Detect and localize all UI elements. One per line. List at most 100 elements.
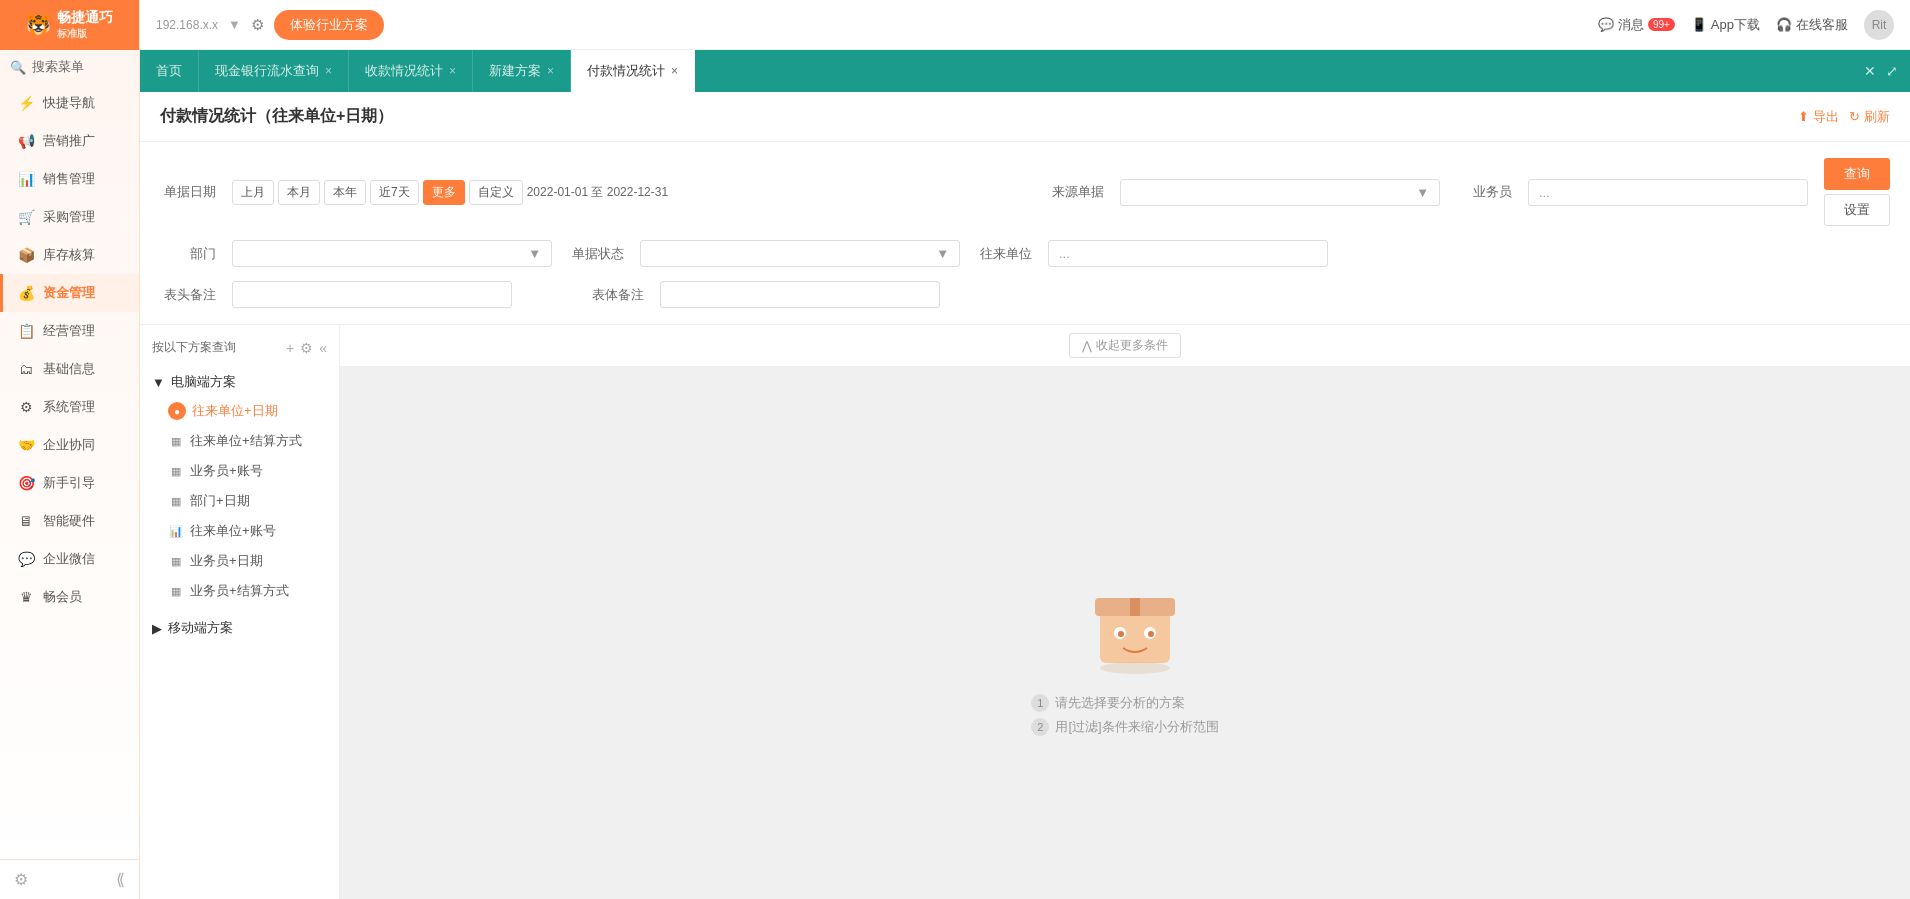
sidebar-item-hardware[interactable]: 🖥 智能硬件 [0, 502, 139, 540]
wechat-label: 企业微信 [43, 550, 95, 568]
logo-icon: 🐯 [26, 13, 51, 37]
tab-new-scheme-label: 新建方案 [489, 62, 541, 80]
purchase-label: 采购管理 [43, 208, 95, 226]
hint-num-2: 2 [1031, 718, 1049, 736]
body-note-input[interactable] [660, 281, 940, 308]
date-filter-group: 上月 本月 本年 近7天 更多 自定义 2022-01-01 至 2022-12… [232, 180, 1032, 205]
query-btn[interactable]: 查询 [1824, 158, 1890, 190]
sidebar-item-sales[interactable]: 📊 销售管理 [0, 160, 139, 198]
tab-payments-close-icon[interactable]: × [671, 64, 678, 78]
panel-collapse-icon[interactable]: « [319, 340, 327, 356]
scheme-item-salesperson-account[interactable]: ▦ 业务员+账号 [140, 456, 339, 486]
scheme-group-desktop-header[interactable]: ▼ 电脑端方案 [140, 368, 339, 396]
scheme-item-counterpart-settlement[interactable]: ▦ 往来单位+结算方式 [140, 426, 339, 456]
scheme-dept-date-label: 部门+日期 [190, 492, 250, 510]
action-btns: 查询 设置 [1824, 158, 1890, 226]
counterpart-select[interactable]: ... [1048, 240, 1328, 267]
tab-bank-flow-label: 现金银行流水查询 [215, 62, 319, 80]
sidebar-settings-icon[interactable]: ⚙ [14, 870, 28, 889]
vip-label: 畅会员 [43, 588, 82, 606]
sidebar-nav: ⚡ 快捷导航 📢 营销推广 📊 销售管理 🛒 采购管理 📦 库存核算 💰 资金管… [0, 84, 139, 859]
app-icon: 📱 [1691, 17, 1707, 32]
tab-payments-label: 付款情况统计 [587, 62, 665, 80]
header-note-input[interactable] [232, 281, 512, 308]
trial-btn[interactable]: 体验行业方案 [274, 10, 384, 40]
scheme-item-dept-date[interactable]: ▦ 部门+日期 [140, 486, 339, 516]
status-label: 单据状态 [568, 245, 624, 263]
scheme-bar-icon: 📊 [168, 523, 184, 539]
expand-icon[interactable]: ⤢ [1886, 63, 1898, 79]
tab-bank-flow-close-icon[interactable]: × [325, 64, 332, 78]
online-support-btn[interactable]: 🎧 在线客服 [1776, 16, 1848, 34]
scheme-group-mobile-header[interactable]: ▶ 移动端方案 [140, 614, 339, 642]
sidebar-item-system[interactable]: ⚙ 系统管理 [0, 388, 139, 426]
scheme-item-counterpart-account[interactable]: 📊 往来单位+账号 [140, 516, 339, 546]
content-area: 付款情况统计（往来单位+日期） ⬆ 导出 ↻ 刷新 单据日期 上月 本月 [140, 92, 1910, 899]
date-btn-more[interactable]: 更多 [423, 180, 465, 205]
svg-rect-2 [1130, 598, 1140, 616]
date-btn-last-month[interactable]: 上月 [232, 180, 274, 205]
app-download-btn[interactable]: 📱 App下载 [1691, 16, 1760, 34]
tab-receipts-close-icon[interactable]: × [449, 64, 456, 78]
collapse-conditions-btn[interactable]: ⋀ 收起更多条件 [1069, 333, 1181, 358]
marketing-icon: 📢 [17, 133, 35, 149]
sidebar-item-enterprise[interactable]: 🤝 企业协同 [0, 426, 139, 464]
date-btn-custom[interactable]: 自定义 [469, 180, 523, 205]
sidebar-item-vip[interactable]: ♛ 畅会员 [0, 578, 139, 616]
source-select[interactable]: ▼ [1120, 179, 1440, 206]
basics-icon: 🗂 [17, 361, 35, 377]
close-all-icon[interactable]: ✕ [1864, 63, 1876, 79]
salesperson-select[interactable]: ... [1528, 179, 1808, 206]
search-menu[interactable]: 🔍 搜索菜单 [0, 50, 139, 84]
operations-icon: 📋 [17, 323, 35, 339]
messages-label: 消息 [1618, 16, 1644, 34]
panel-settings-icon[interactable]: ⚙ [300, 340, 313, 356]
wechat-icon: 💬 [17, 551, 35, 567]
operations-label: 经营管理 [43, 322, 95, 340]
tab-new-scheme-close-icon[interactable]: × [547, 64, 554, 78]
svg-point-6 [1148, 631, 1154, 637]
refresh-btn[interactable]: ↻ 刷新 [1849, 108, 1890, 126]
sidebar-item-marketing[interactable]: 📢 营销推广 [0, 122, 139, 160]
sidebar-item-purchase[interactable]: 🛒 采购管理 [0, 198, 139, 236]
dept-select[interactable]: ▼ [232, 240, 552, 267]
scheme-item-salesperson-settlement[interactable]: ▦ 业务员+结算方式 [140, 576, 339, 606]
topbar-gear-icon[interactable]: ⚙ [251, 16, 264, 34]
scheme-salesperson-date-label: 业务员+日期 [190, 552, 263, 570]
status-select[interactable]: ▼ [640, 240, 960, 267]
dept-label: 部门 [160, 245, 216, 263]
sidebar-item-wechat[interactable]: 💬 企业微信 [0, 540, 139, 578]
date-btn-7days[interactable]: 近7天 [370, 180, 419, 205]
tab-receipts[interactable]: 收款情况统计 × [349, 50, 473, 92]
date-btn-this-month[interactable]: 本月 [278, 180, 320, 205]
scheme-item-counterpart-date[interactable]: ● 往来单位+日期 [140, 396, 339, 426]
sidebar-collapse-icon[interactable]: ⟪ [116, 870, 125, 889]
refresh-icon: ↻ [1849, 109, 1860, 124]
sidebar-bottom: ⚙ ⟪ [0, 859, 139, 899]
sidebar-item-guide[interactable]: 🎯 新手引导 [0, 464, 139, 502]
date-btn-this-year[interactable]: 本年 [324, 180, 366, 205]
scheme-counterpart-settlement-label: 往来单位+结算方式 [190, 432, 302, 450]
scheme-active-icon: ● [168, 402, 186, 420]
export-btn[interactable]: ⬆ 导出 [1798, 108, 1839, 126]
sidebar-item-finance[interactable]: 💰 资金管理 [0, 274, 139, 312]
panel-add-icon[interactable]: + [286, 340, 294, 356]
quick-nav-icon: ⚡ [17, 95, 35, 111]
tab-home[interactable]: 首页 [140, 50, 199, 92]
scheme-item-salesperson-date[interactable]: ▦ 业务员+日期 [140, 546, 339, 576]
collapse-bar: ⋀ 收起更多条件 [340, 325, 1910, 367]
settings-btn[interactable]: 设置 [1824, 194, 1890, 226]
sidebar-item-operations[interactable]: 📋 经营管理 [0, 312, 139, 350]
desktop-group-label: 电脑端方案 [171, 373, 236, 391]
tab-payments[interactable]: 付款情况统计 × [571, 50, 695, 92]
messages-btn[interactable]: 💬 消息 99+ [1598, 16, 1675, 34]
sidebar-item-quick-nav[interactable]: ⚡ 快捷导航 [0, 84, 139, 122]
tab-receipts-label: 收款情况统计 [365, 62, 443, 80]
tab-new-scheme[interactable]: 新建方案 × [473, 50, 571, 92]
sidebar-item-basics[interactable]: 🗂 基础信息 [0, 350, 139, 388]
enterprise-icon: 🤝 [17, 437, 35, 453]
tab-bank-flow[interactable]: 现金银行流水查询 × [199, 50, 349, 92]
user-avatar[interactable]: Rit [1864, 10, 1894, 40]
sidebar-item-inventory[interactable]: 📦 库存核算 [0, 236, 139, 274]
refresh-label: 刷新 [1864, 108, 1890, 126]
